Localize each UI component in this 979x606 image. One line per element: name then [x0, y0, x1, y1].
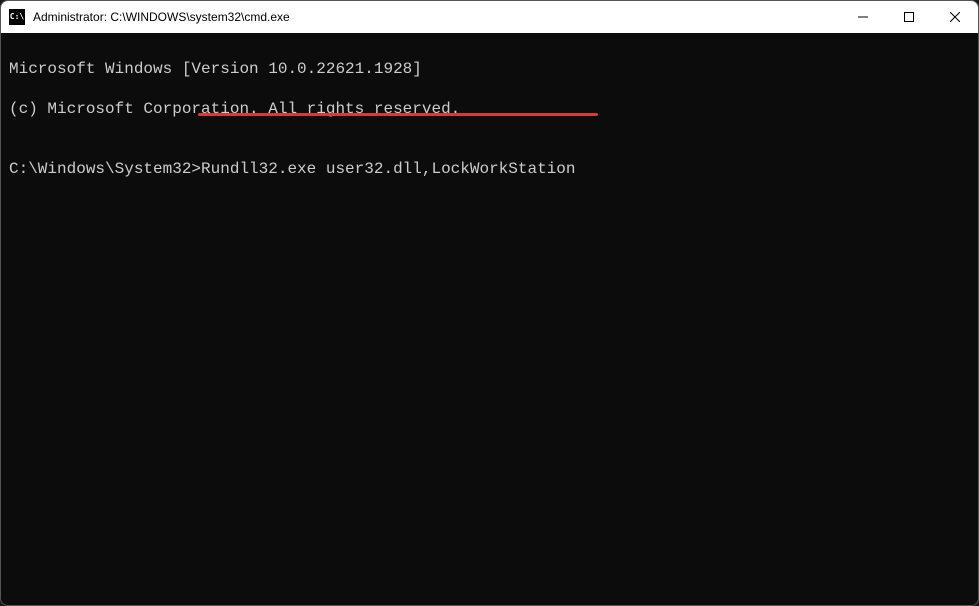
- close-icon: [950, 12, 960, 22]
- terminal-line-version: Microsoft Windows [Version 10.0.22621.19…: [9, 59, 970, 79]
- maximize-button[interactable]: [886, 1, 932, 33]
- terminal-body[interactable]: Microsoft Windows [Version 10.0.22621.19…: [1, 33, 978, 605]
- titlebar[interactable]: C:\ Administrator: C:\WINDOWS\system32\c…: [1, 1, 978, 33]
- terminal-command: Rundll32.exe user32.dll,LockWorkStation: [201, 160, 575, 178]
- cmd-window: C:\ Administrator: C:\WINDOWS\system32\c…: [0, 0, 979, 606]
- window-title: Administrator: C:\WINDOWS\system32\cmd.e…: [33, 10, 840, 24]
- close-button[interactable]: [932, 1, 978, 33]
- minimize-icon: [858, 12, 868, 22]
- maximize-icon: [904, 12, 914, 22]
- window-controls: [840, 1, 978, 33]
- minimize-button[interactable]: [840, 1, 886, 33]
- terminal-line-copyright: (c) Microsoft Corporation. All rights re…: [9, 99, 970, 119]
- terminal-prompt: C:\Windows\System32>: [9, 160, 201, 178]
- terminal-prompt-line: C:\Windows\System32>Rundll32.exe user32.…: [9, 159, 576, 179]
- red-underline-annotation: [198, 113, 598, 116]
- cmd-icon: C:\: [9, 9, 25, 25]
